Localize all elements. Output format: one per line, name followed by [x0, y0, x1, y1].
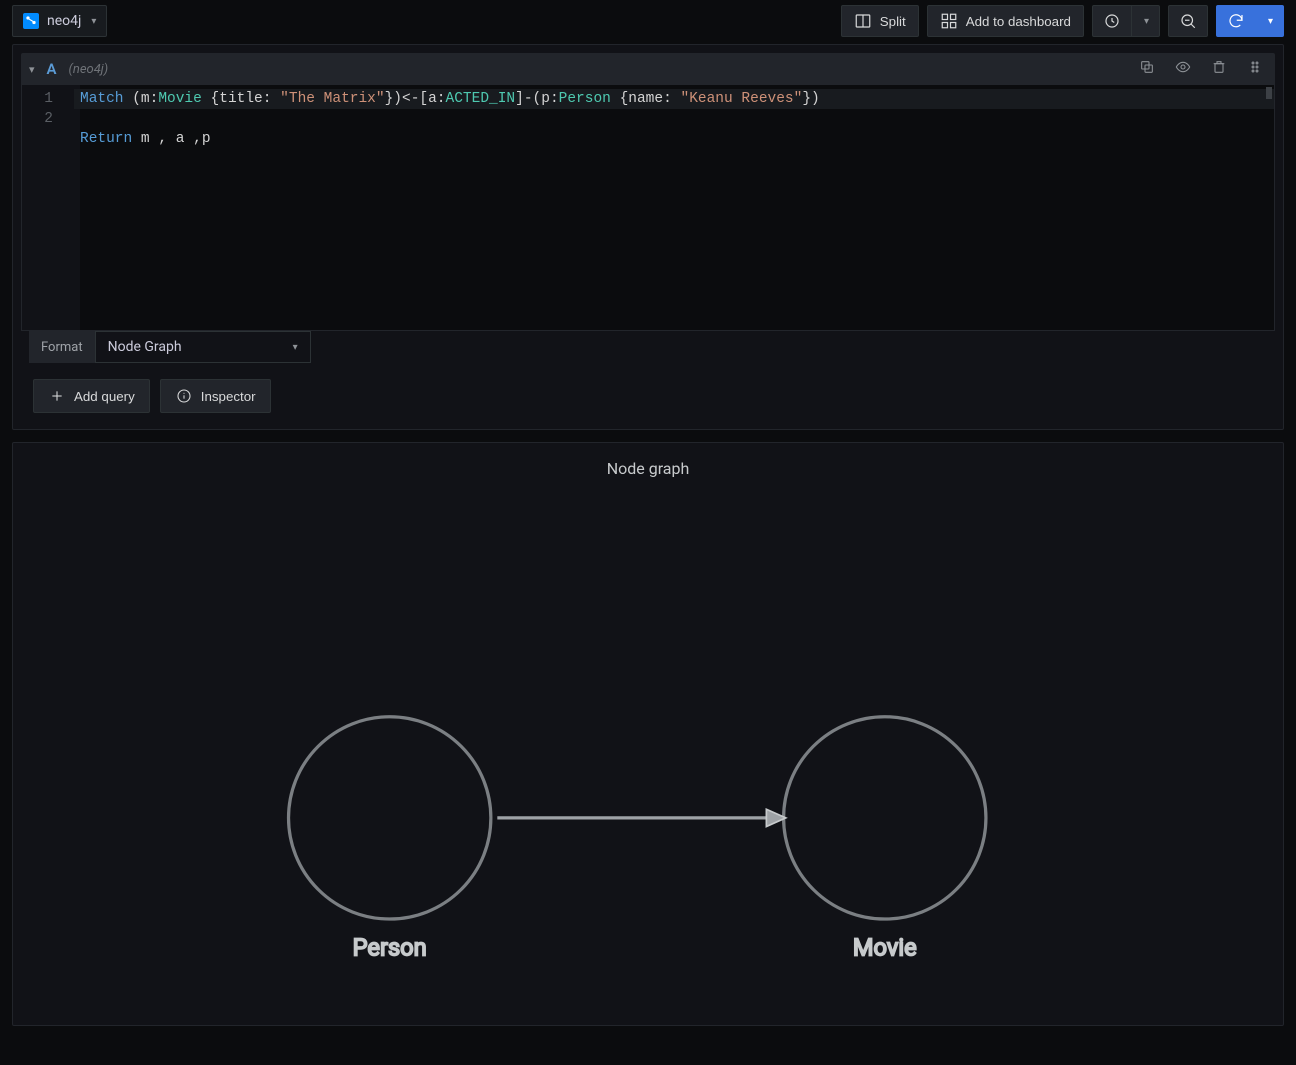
- code-token: Person: [559, 91, 611, 107]
- time-range-chevron[interactable]: ▾: [1132, 5, 1160, 37]
- code-token: })<-[a:: [385, 91, 446, 107]
- minimap-indicator: [1266, 87, 1272, 99]
- neo4j-icon: [23, 13, 39, 29]
- code-token: "Keanu Reeves": [681, 91, 803, 107]
- gutter-line: 1: [22, 89, 53, 109]
- cypher-editor[interactable]: 1 2 Match (m:Movie {title: "The Matrix"}…: [21, 85, 1275, 331]
- format-value: Node Graph: [108, 339, 182, 355]
- format-row: Format Node Graph ▾: [21, 331, 1275, 363]
- split-button[interactable]: Split: [841, 5, 919, 37]
- code-token: ACTED_IN: [446, 91, 516, 107]
- format-select[interactable]: Node Graph ▾: [95, 331, 311, 363]
- code-token: (m:: [124, 91, 159, 107]
- panel-title: Node graph: [13, 443, 1283, 478]
- refresh-group: ▾: [1216, 5, 1284, 37]
- code-token: Return: [80, 131, 132, 147]
- eye-icon[interactable]: [1171, 59, 1195, 79]
- add-to-dashboard-button[interactable]: Add to dashboard: [927, 5, 1084, 37]
- panel-split-icon: [854, 12, 872, 30]
- collapse-toggle[interactable]: ▾: [29, 63, 35, 76]
- top-toolbar: neo4j ▾ Split Add to dashboard ▾: [0, 0, 1296, 42]
- inspector-button[interactable]: Inspector: [160, 379, 271, 413]
- code-lines: Match (m:Movie {title: "The Matrix"})<-[…: [80, 85, 1274, 330]
- chevron-down-icon: ▾: [1268, 16, 1273, 27]
- add-query-button[interactable]: Add query: [33, 379, 150, 413]
- drag-handle-icon[interactable]: [1243, 59, 1267, 79]
- query-row-header: ▾ A (neo4j): [21, 53, 1275, 85]
- gutter-line: 2: [22, 109, 53, 129]
- chevron-down-icon: ▾: [91, 16, 96, 27]
- node-label-person: Person: [353, 934, 427, 962]
- zoom-out-button[interactable]: [1168, 5, 1208, 37]
- datasource-name: neo4j: [47, 13, 81, 29]
- chevron-down-icon: ▾: [1144, 16, 1149, 27]
- split-label: Split: [880, 14, 906, 29]
- code-token: ]-(p:: [515, 91, 559, 107]
- trash-icon[interactable]: [1207, 59, 1231, 79]
- query-letter: A: [47, 60, 57, 78]
- time-range-button[interactable]: [1092, 5, 1132, 37]
- time-range-group: ▾: [1092, 5, 1160, 37]
- graph-node-person[interactable]: [289, 717, 491, 919]
- graph-node-movie[interactable]: [784, 717, 986, 919]
- refresh-icon: [1227, 12, 1245, 30]
- line-gutter: 1 2: [22, 85, 80, 330]
- code-token: {title:: [202, 91, 280, 107]
- refresh-button[interactable]: [1216, 5, 1256, 37]
- code-token: m , a ,p: [132, 131, 210, 147]
- datasource-picker[interactable]: neo4j ▾: [12, 5, 107, 37]
- chevron-down-icon: ▾: [293, 342, 298, 353]
- query-db-hint: (neo4j): [69, 62, 109, 77]
- format-label: Format: [29, 331, 95, 363]
- add-dashboard-label: Add to dashboard: [966, 14, 1071, 29]
- code-token: Match: [80, 91, 124, 107]
- dashboard-icon: [940, 12, 958, 30]
- query-editor-panel: ▾ A (neo4j) 1 2 Match (m:Movie {title: "…: [12, 44, 1284, 430]
- clock-icon: [1103, 12, 1121, 30]
- node-label-movie: Movie: [853, 934, 917, 962]
- refresh-interval-chevron[interactable]: ▾: [1256, 5, 1284, 37]
- plus-icon: [48, 387, 66, 405]
- info-icon: [175, 387, 193, 405]
- code-token: {name:: [611, 91, 681, 107]
- inspector-label: Inspector: [201, 389, 256, 404]
- visualization-panel: Node graph Person Movie: [12, 442, 1284, 1026]
- node-graph-canvas[interactable]: Person Movie: [13, 495, 1283, 1065]
- add-query-label: Add query: [74, 389, 135, 404]
- query-actions: Add query Inspector: [13, 363, 1283, 413]
- code-token: "The Matrix": [280, 91, 384, 107]
- zoom-out-icon: [1179, 12, 1197, 30]
- code-token: }): [802, 91, 819, 107]
- copy-icon[interactable]: [1135, 59, 1159, 79]
- code-token: Movie: [158, 91, 202, 107]
